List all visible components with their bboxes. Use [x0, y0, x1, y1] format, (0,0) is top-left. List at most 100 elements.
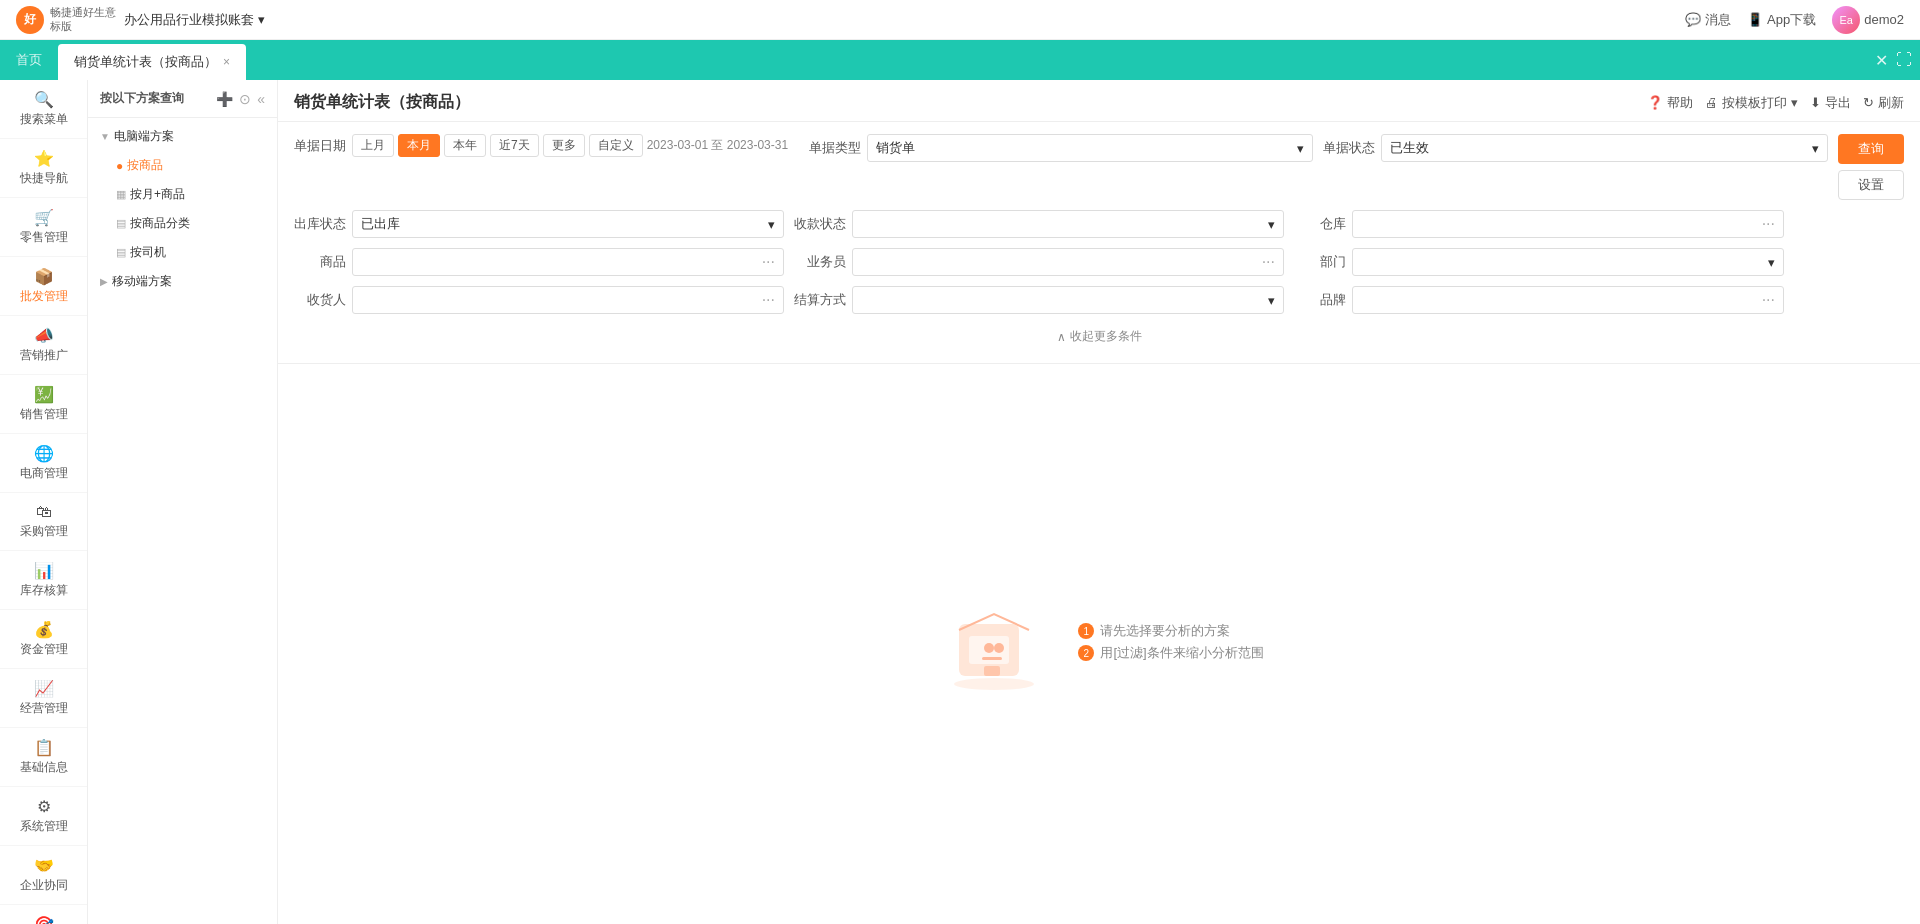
template-print-button[interactable]: 🖨 按模板打印 ▾	[1705, 94, 1798, 112]
recipient-input[interactable]: ···	[352, 286, 784, 314]
cashier-icon: ▤	[116, 246, 126, 259]
settings-button[interactable]: 设置	[1838, 170, 1904, 200]
sidebar-label-inventory: 库存核算	[4, 582, 83, 599]
collapse-bar[interactable]: ∧ 收起更多条件	[294, 322, 1904, 351]
sidebar-item-finance[interactable]: 💰 资金管理	[0, 610, 87, 669]
date-this-month-button[interactable]: 本月	[398, 134, 440, 157]
tree-child-by-goods[interactable]: ● 按商品	[88, 151, 277, 180]
svg-rect-6	[984, 666, 1000, 676]
refresh-button[interactable]: ↻ 刷新	[1863, 94, 1904, 112]
filter-area: 单据日期 上月 本月 本年 近7天 更多 自定义 2023-03-01 至 20…	[278, 122, 1920, 364]
left-panel-actions: ➕ ⊙ «	[216, 91, 265, 107]
sidebar-label-search: 搜索菜单	[4, 111, 83, 128]
sidebar-item-cooperation[interactable]: 🤝 企业协同	[0, 846, 87, 905]
svg-point-4	[994, 643, 1004, 653]
user-menu[interactable]: Ea demo2	[1832, 6, 1904, 34]
settlement-select[interactable]: ▾	[852, 286, 1284, 314]
pay-status-select[interactable]: ▾	[852, 210, 1284, 238]
doc-status-label: 单据状态	[1323, 139, 1375, 157]
brand-label: 品牌	[1294, 291, 1346, 309]
sidebar-item-ecommerce[interactable]: 🌐 电商管理	[0, 434, 87, 493]
goods-input[interactable]: ···	[352, 248, 784, 276]
left-panel-header: 按以下方案查询 ➕ ⊙ «	[88, 80, 277, 118]
warehouse-input[interactable]: ···	[1352, 210, 1784, 238]
sidebar-item-marketing[interactable]: 📣 营销推广	[0, 316, 87, 375]
settings-scheme-button[interactable]: ⊙	[239, 91, 251, 107]
doc-type-select[interactable]: 销货单 ▾	[867, 134, 1314, 162]
tab-close-button[interactable]: ✕	[1875, 51, 1888, 70]
pay-status-chevron: ▾	[1268, 217, 1275, 232]
tab-close-icon[interactable]: ×	[223, 55, 230, 69]
add-scheme-button[interactable]: ➕	[216, 91, 233, 107]
app-selector[interactable]: 办公用品行业模拟账套 ▾	[124, 11, 265, 29]
hint-num-1: 1	[1078, 623, 1094, 639]
date-7days-button[interactable]: 近7天	[490, 134, 539, 157]
home-tab-label: 首页	[16, 51, 42, 69]
sidebar-label-sales: 销售管理	[4, 406, 83, 423]
date-last-month-button[interactable]: 上月	[352, 134, 394, 157]
main-layout: 🔍 搜索菜单 ⭐ 快捷导航 🛒 零售管理 📦 批发管理 📣 营销推广 💹 销售管…	[0, 80, 1920, 924]
sidebar-label-system: 系统管理	[4, 818, 83, 835]
empty-text-area: 1 请先选择要分析的方案 2 用[过滤]条件来缩小分析范围	[1078, 622, 1263, 666]
query-btn-group: 查询 设置	[1838, 134, 1904, 200]
tab-maximize-button[interactable]: ⛶	[1896, 51, 1912, 69]
sidebar-label-quick: 快捷导航	[4, 170, 83, 187]
active-dot-icon: ●	[116, 159, 123, 173]
tree-root-pc-label: 电脑端方案	[114, 128, 174, 145]
sidebar-label-wholesale: 批发管理	[4, 288, 83, 305]
tree-root-pc[interactable]: ▼ 电脑端方案	[88, 122, 277, 151]
sidebar-item-inventory[interactable]: 📊 库存核算	[0, 551, 87, 610]
sidebar-item-retail[interactable]: 🛒 零售管理	[0, 198, 87, 257]
refresh-icon: ↻	[1863, 95, 1874, 110]
message-button[interactable]: 💬 消息	[1685, 11, 1731, 29]
chevron-down-icon: ▾	[258, 12, 265, 27]
export-icon: ⬇	[1810, 95, 1821, 110]
basic-icon: 📋	[4, 738, 83, 757]
sidebar-item-operations[interactable]: 📈 经营管理	[0, 669, 87, 728]
guide-icon: 🎯	[4, 915, 83, 924]
sidebar-label-marketing: 营销推广	[4, 347, 83, 364]
sidebar-label-ecommerce: 电商管理	[4, 465, 83, 482]
empty-hint-1: 1 请先选择要分析的方案	[1078, 622, 1263, 640]
tree-child-by-category[interactable]: ▤ 按商品分类	[88, 209, 277, 238]
recipient-dots: ···	[762, 291, 775, 309]
tree-root-mobile-label: 移动端方案	[112, 273, 172, 290]
logo-area: 好 畅捷通好生意 标版	[16, 6, 116, 34]
operations-icon: 📈	[4, 679, 83, 698]
empty-hint-2: 2 用[过滤]条件来缩小分析范围	[1078, 644, 1263, 662]
sidebar-item-sales[interactable]: 💹 销售管理	[0, 375, 87, 434]
salesman-input[interactable]: ···	[852, 248, 1284, 276]
download-icon: 📱	[1747, 12, 1763, 27]
out-status-chevron: ▾	[768, 217, 775, 232]
out-status-select[interactable]: 已出库 ▾	[352, 210, 784, 238]
query-button[interactable]: 查询	[1838, 134, 1904, 164]
header-right: 💬 消息 📱 App下载 Ea demo2	[1685, 6, 1904, 34]
doc-status-select[interactable]: 已生效 ▾	[1381, 134, 1828, 162]
tree-root-mobile[interactable]: ▶ 移动端方案	[88, 267, 277, 296]
sidebar-item-wholesale[interactable]: 📦 批发管理	[0, 257, 87, 316]
sidebar-item-system[interactable]: ⚙ 系统管理	[0, 787, 87, 846]
tree-child-by-cashier[interactable]: ▤ 按司机	[88, 238, 277, 267]
sidebar-item-purchase[interactable]: 🛍 采购管理	[0, 493, 87, 551]
help-button[interactable]: ❓ 帮助	[1647, 94, 1693, 112]
collapse-panel-button[interactable]: «	[257, 91, 265, 107]
sidebar-item-basic[interactable]: 📋 基础信息	[0, 728, 87, 787]
department-select[interactable]: ▾	[1352, 248, 1784, 276]
tab-home[interactable]: 首页	[0, 40, 58, 80]
tree-child-by-month[interactable]: ▦ 按月+商品	[88, 180, 277, 209]
sidebar-item-quick[interactable]: ⭐ 快捷导航	[0, 139, 87, 198]
sidebar-item-search[interactable]: 🔍 搜索菜单	[0, 80, 87, 139]
tab-report[interactable]: 销货单统计表（按商品） ×	[58, 44, 246, 80]
sidebar-label-purchase: 采购管理	[4, 523, 83, 540]
app-download-button[interactable]: 📱 App下载	[1747, 11, 1816, 29]
date-range-text: 2023-03-01 至 2023-03-31	[647, 137, 788, 154]
sidebar-label-basic: 基础信息	[4, 759, 83, 776]
sidebar-item-guide[interactable]: 🎯 新手引导	[0, 905, 87, 924]
brand-input[interactable]: ···	[1352, 286, 1784, 314]
cooperation-icon: 🤝	[4, 856, 83, 875]
date-more-button[interactable]: 更多	[543, 134, 585, 157]
date-this-year-button[interactable]: 本年	[444, 134, 486, 157]
export-button[interactable]: ⬇ 导出	[1810, 94, 1851, 112]
message-icon: 💬	[1685, 12, 1701, 27]
date-custom-button[interactable]: 自定义	[589, 134, 643, 157]
